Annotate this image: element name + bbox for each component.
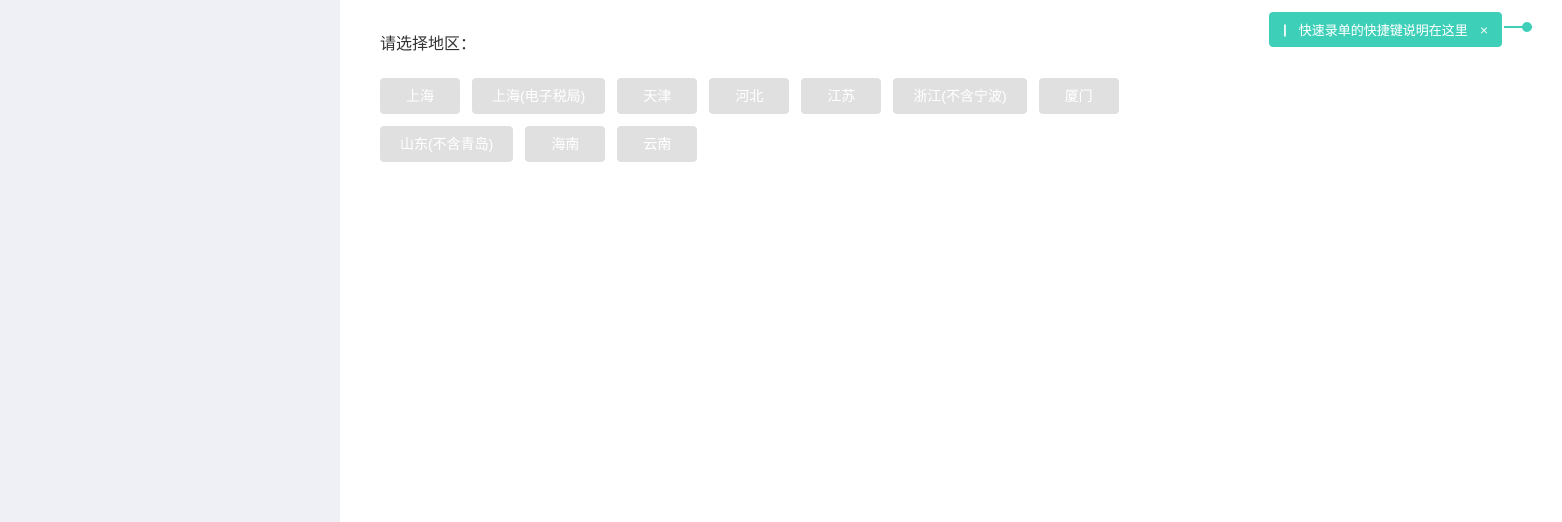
left-sidebar <box>0 0 340 522</box>
region-button-zhejiang[interactable]: 浙江(不含宁波) <box>893 78 1026 114</box>
region-button-shanghai[interactable]: 上海 <box>380 78 460 114</box>
tooltip-close-button[interactable]: × <box>1480 22 1488 38</box>
tooltip-text: 快速录单的快捷键说明在这里 <box>1299 20 1468 39</box>
region-button-hainan[interactable]: 海南 <box>525 126 605 162</box>
main-content: 请选择地区： 上海上海(电子税局)天津河北江苏浙江(不含宁波)厦门 山东(不含青… <box>340 0 1562 522</box>
region-buttons-row1: 上海上海(电子税局) 天津河北江苏浙江(不含宁波) 厦门 <box>380 78 1522 114</box>
region-button-shanghai-etax[interactable]: 上海(电子税局) <box>472 78 605 114</box>
region-button-jiangsu[interactable]: 江苏 <box>801 78 881 114</box>
region-button-tianjin[interactable]: 天津 <box>617 78 697 114</box>
tooltip-bar: 快速录单的快捷键说明在这里 × <box>1269 12 1502 47</box>
region-button-hebei[interactable]: 河北 <box>709 78 789 114</box>
region-button-shandong[interactable]: 山东(不含青岛) <box>380 126 513 162</box>
region-buttons-row2: 山东(不含青岛) 海南云南 <box>380 126 1522 162</box>
tooltip-indicator-dot <box>1522 22 1532 32</box>
region-button-yunnan[interactable]: 云南 <box>617 126 697 162</box>
region-button-xiamen[interactable]: 厦门 <box>1039 78 1119 114</box>
